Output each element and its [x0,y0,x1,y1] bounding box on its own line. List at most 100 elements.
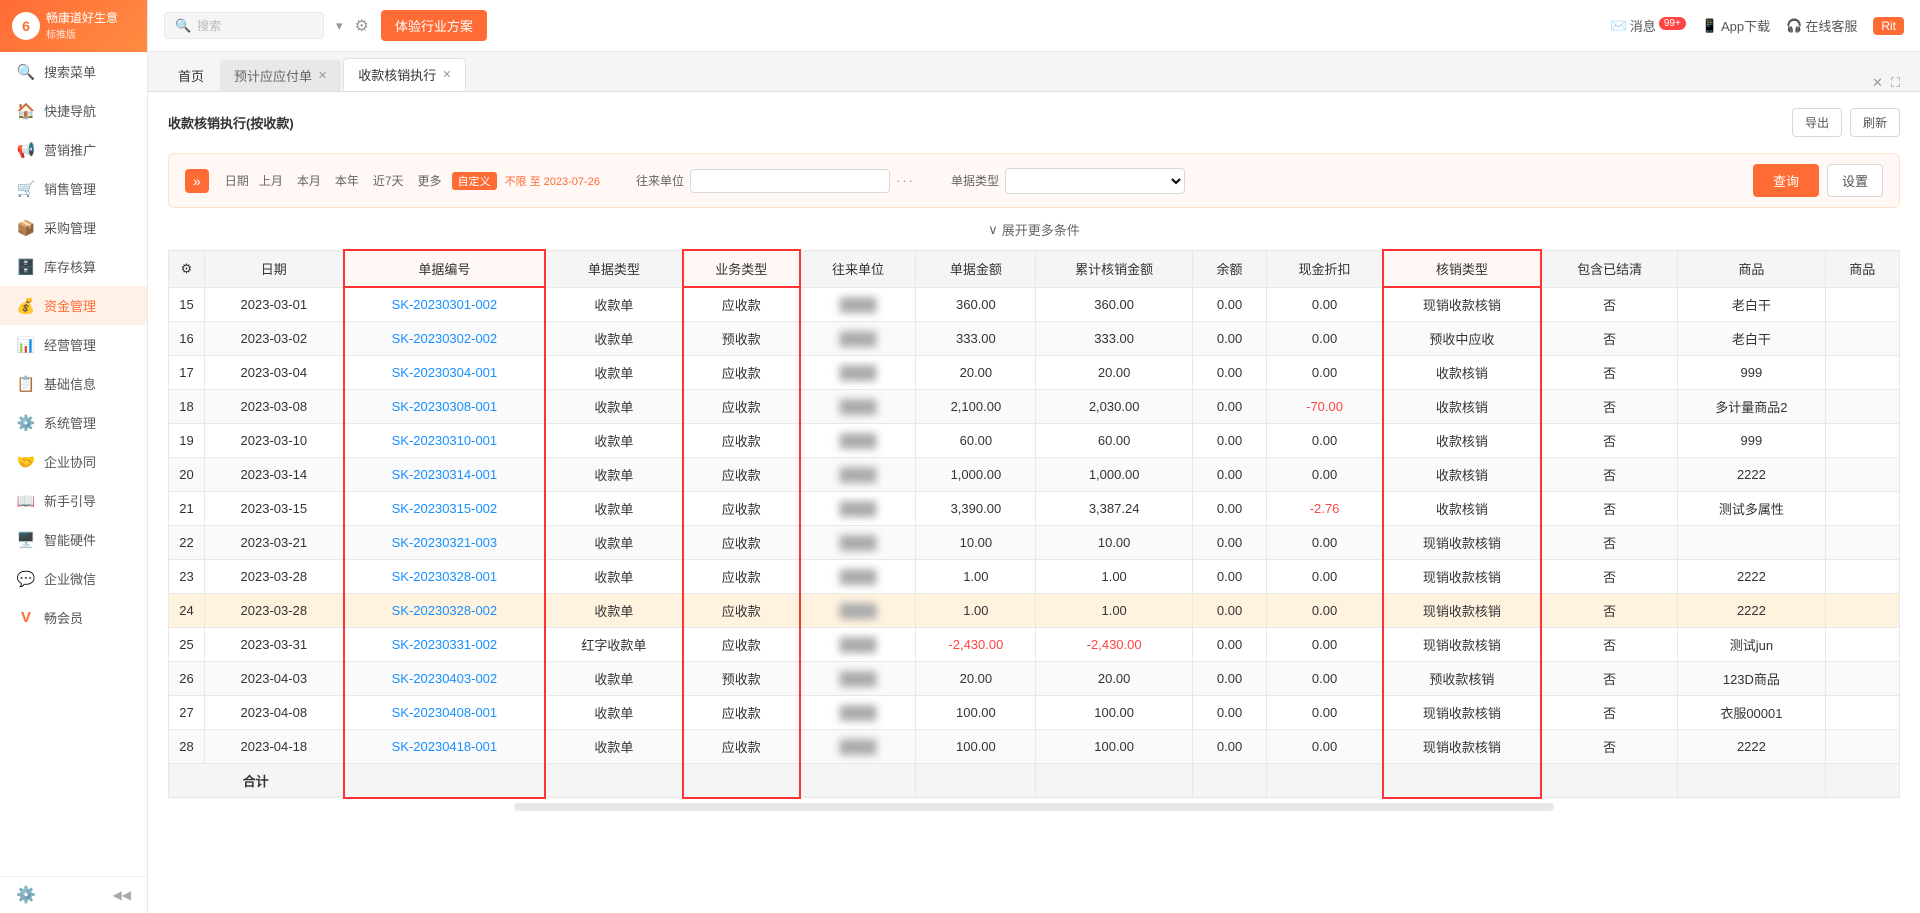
bill-no-link[interactable]: SK-20230418-001 [392,739,498,754]
date-more[interactable]: 更多 [414,170,446,191]
app-download-area[interactable]: 📱 App下载 [1702,16,1770,35]
cell-biz-type: 应收款 [683,594,800,628]
sidebar-item-basic[interactable]: 📋 基础信息 [0,364,147,403]
solution-button[interactable]: 体验行业方案 [381,10,487,41]
topbar-search[interactable]: 🔍 搜索 [164,12,324,39]
cell-included: 否 [1541,390,1678,424]
cell-goods2 [1825,492,1899,526]
footer-cancel-type [1383,764,1541,798]
sidebar-item-purchase[interactable]: 📦 采购管理 [0,208,147,247]
bill-no-link[interactable]: SK-20230304-001 [392,365,498,380]
date-last-month[interactable]: 上月 [255,170,287,191]
bill-no-link[interactable]: SK-20230302-002 [392,331,498,346]
partner-input[interactable] [690,169,890,193]
bill-no-link[interactable]: SK-20230403-002 [392,671,498,686]
partner-dots[interactable]: ··· [896,173,915,188]
sidebar-item-system[interactable]: ⚙️ 系统管理 [0,403,147,442]
cell-goods2 [1825,356,1899,390]
export-button[interactable]: 导出 [1792,108,1842,137]
sidebar-label-finance: 资金管理 [44,296,96,315]
cell-cancel-type: 现销收款核销 [1383,730,1541,764]
sidebar-logo: 6 畅康道好生意 标推版 [0,0,147,52]
topbar-gear-icon[interactable]: ⚙ [355,16,369,36]
th-settings[interactable]: ⚙ [169,250,205,287]
date-custom[interactable]: 自定义 [452,172,497,190]
bill-no-link[interactable]: SK-20230328-001 [392,569,498,584]
cell-balance: 0.00 [1192,662,1266,696]
cell-goods2 [1825,458,1899,492]
date-7days[interactable]: 近7天 [369,170,408,191]
sidebar-item-member[interactable]: V 畅会员 [0,598,147,637]
bill-no-link[interactable]: SK-20230308-001 [392,399,498,414]
table-row: 21 2023-03-15 SK-20230315-002 收款单 应收款 ██… [169,492,1900,526]
filter-setting-button[interactable]: 设置 [1827,164,1883,197]
cell-included: 否 [1541,526,1678,560]
cell-biz-type: 应收款 [683,356,800,390]
sidebar-item-corp[interactable]: 🤝 企业协同 [0,442,147,481]
filter-bar: » 日期 上月 本月 本年 近7天 更多 自定义 不限 至 2023-07-26… [168,153,1900,208]
sidebar-item-operation[interactable]: 📊 经营管理 [0,325,147,364]
cell-bill-no: SK-20230321-003 [344,526,546,560]
bill-no-link[interactable]: SK-20230321-003 [392,535,498,550]
date-this-month[interactable]: 本月 [293,170,325,191]
expand-more-bar[interactable]: ∨ 展开更多条件 [168,220,1900,239]
th-bill-no: 单据编号 [344,250,546,287]
cell-row-no: 19 [169,424,205,458]
cell-date: 2023-03-31 [205,628,344,662]
online-service-area[interactable]: 🎧 在线客服 [1786,16,1857,35]
bill-no-link[interactable]: SK-20230315-002 [392,501,498,516]
topbar-right: ✉️ 消息 99+ 📱 App下载 🎧 在线客服 Rit [1611,16,1904,35]
cell-amount: 1,000.00 [916,458,1036,492]
tab-prepay-close[interactable]: ✕ [318,69,327,82]
topbar-dropdown-icon[interactable]: ▾ [336,18,343,34]
tab-receipt-close[interactable]: ✕ [442,68,451,81]
bill-no-link[interactable]: SK-20230301-002 [392,297,498,312]
sidebar-item-sales[interactable]: 🛒 销售管理 [0,169,147,208]
sidebar-item-guide[interactable]: 📖 新手引导 [0,481,147,520]
cell-balance: 0.00 [1192,356,1266,390]
cell-goods2 [1825,287,1899,322]
date-this-year[interactable]: 本年 [331,170,363,191]
tab-close-all-icon[interactable]: ✕ [1872,75,1883,91]
cell-cancel-type: 收款核销 [1383,356,1541,390]
page-title-actions: 导出 刷新 [1792,108,1900,137]
tab-prepay[interactable]: 预计应应付单 ✕ [220,60,341,91]
cell-bill-no: SK-20230315-002 [344,492,546,526]
logo-icon: 6 [12,12,40,40]
sidebar-item-inventory[interactable]: 🗄️ 库存核算 [0,247,147,286]
sidebar-item-search[interactable]: 🔍 搜索菜单 [0,52,147,91]
partner-value: ████ [840,671,877,686]
tab-receipt[interactable]: 收款核销执行 ✕ [343,58,466,91]
sidebar-item-wechat[interactable]: 💬 企业微信 [0,559,147,598]
refresh-button[interactable]: 刷新 [1850,108,1900,137]
cell-bill-no: SK-20230403-002 [344,662,546,696]
cell-discount: 0.00 [1267,458,1383,492]
cell-amount: 20.00 [916,356,1036,390]
tab-expand-icon[interactable]: ⛶ [1891,75,1900,91]
sidebar-label-hardware: 智能硬件 [44,530,96,549]
sidebar-item-hardware[interactable]: 🖥️ 智能硬件 [0,520,147,559]
billtype-select[interactable] [1005,168,1185,194]
bill-no-link[interactable]: SK-20230408-001 [392,705,498,720]
cell-verified: 10.00 [1036,526,1193,560]
sidebar-settings-icon[interactable]: ⚙️ [16,885,36,905]
sidebar-item-marketing[interactable]: 📢 营销推广 [0,130,147,169]
filter-expand-button[interactable]: » [185,169,209,193]
bill-no-link[interactable]: SK-20230331-002 [392,637,498,652]
bill-no-link[interactable]: SK-20230310-001 [392,433,498,448]
query-button[interactable]: 查询 [1753,164,1819,197]
sidebar-item-quick[interactable]: 🏠 快捷导航 [0,91,147,130]
horizontal-scrollbar[interactable] [514,803,1553,811]
tab-home[interactable]: 首页 [164,60,218,91]
message-area[interactable]: ✉️ 消息 99+ [1611,16,1686,35]
bill-no-link[interactable]: SK-20230314-001 [392,467,498,482]
settings-icon[interactable]: ⚙ [181,261,193,276]
footer-label: 合计 [169,764,344,798]
sidebar-collapse-icon[interactable]: ◀◀ [113,888,131,902]
user-avatar[interactable]: Rit [1873,17,1904,35]
bill-no-link[interactable]: SK-20230328-002 [392,603,498,618]
sidebar-item-finance[interactable]: 💰 资金管理 [0,286,147,325]
cell-partner: ████ [800,322,916,356]
cell-bill-type: 收款单 [545,730,683,764]
partner-value: ████ [840,739,877,754]
